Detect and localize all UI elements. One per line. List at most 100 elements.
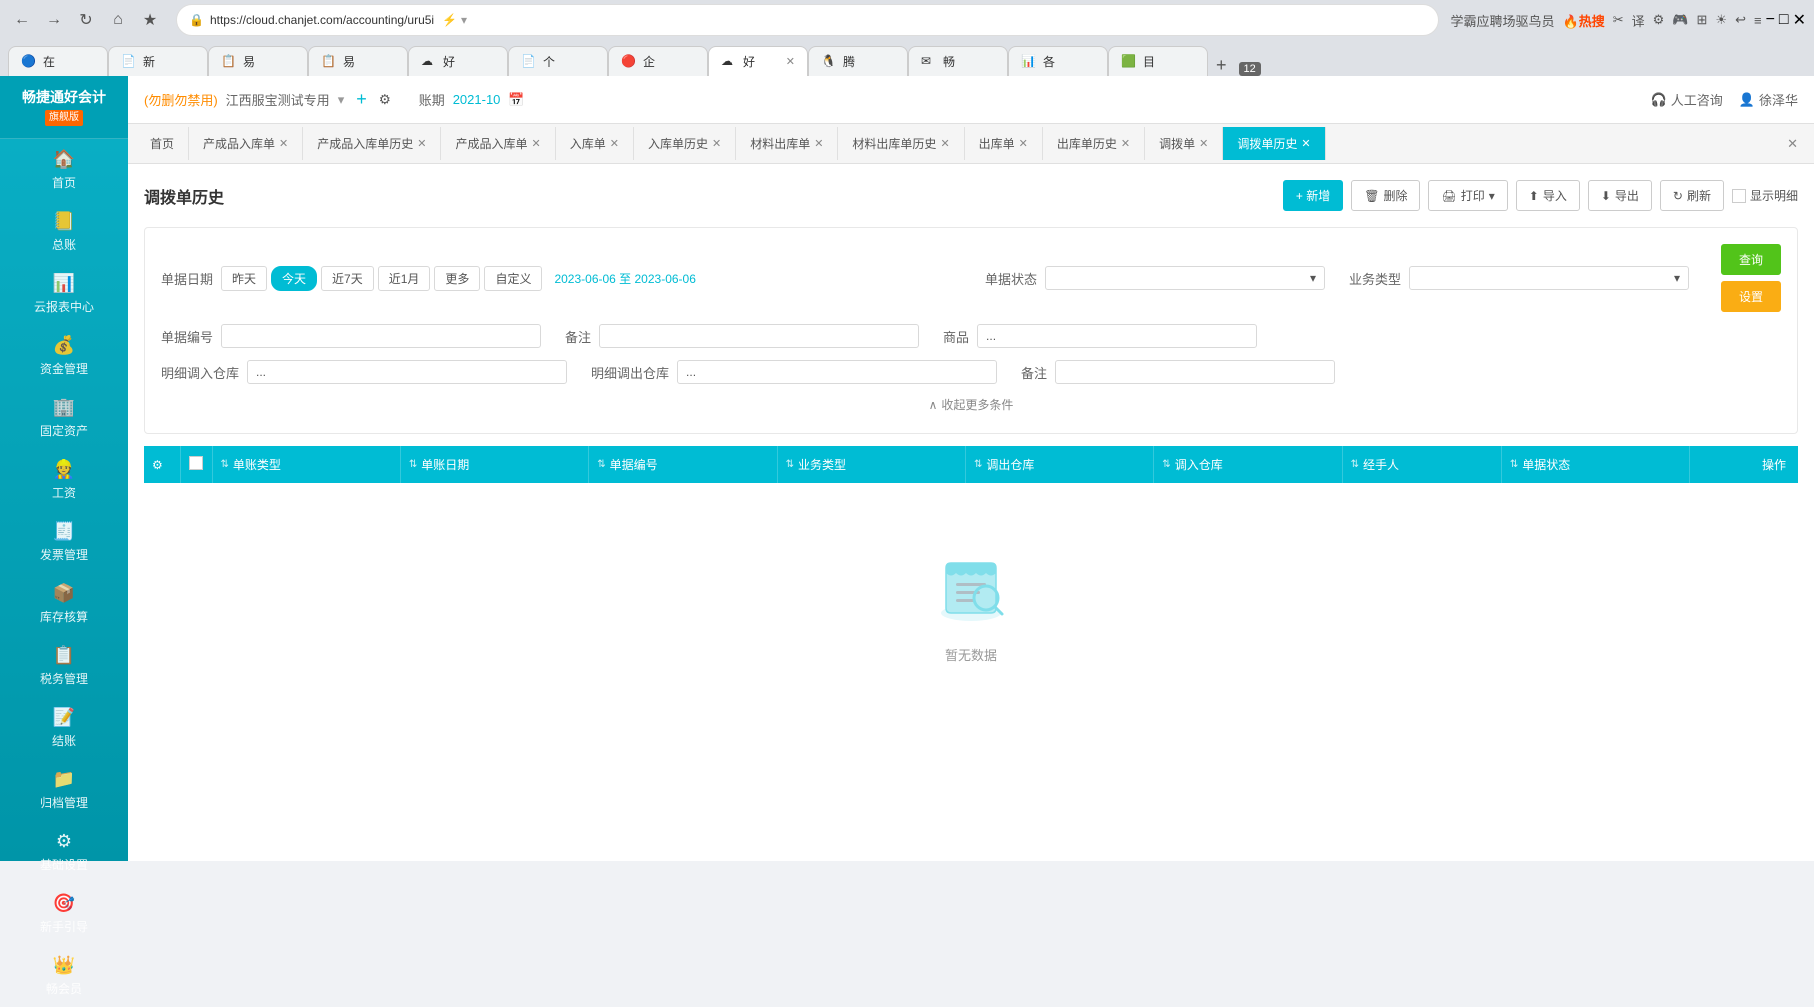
tab-close-in[interactable]: ✕ xyxy=(610,137,619,150)
sidebar-item-settings[interactable]: ⚙ 基础设置 xyxy=(0,821,128,883)
th-doc-date[interactable]: ⇅ 单账日期 xyxy=(400,446,588,483)
user-avatar[interactable]: 👤 徐泽华 xyxy=(1739,90,1798,109)
browser-tab-7[interactable]: ☁ 好 ✕ xyxy=(708,46,808,76)
browser-tab-3[interactable]: 📋 易 xyxy=(308,46,408,76)
address-bar[interactable]: 🔒 https://cloud.chanjet.com/accounting/u… xyxy=(176,4,1439,36)
tab-close-product-in2[interactable]: ✕ xyxy=(532,137,541,150)
period-selector[interactable]: 账期 2021-10 📅 xyxy=(419,90,525,109)
browser-tab-1[interactable]: 📄 新 xyxy=(108,46,208,76)
tab-close-material-out[interactable]: ✕ xyxy=(814,137,823,150)
remark-input[interactable] xyxy=(599,324,919,348)
settings-filter-button[interactable]: 设置 xyxy=(1721,281,1781,312)
maximize-button[interactable]: □ xyxy=(1779,11,1789,29)
tab-home[interactable]: 首页 xyxy=(136,127,189,160)
th-settings[interactable]: ⚙ xyxy=(144,446,180,483)
browser-tab-4[interactable]: ☁ 好 xyxy=(408,46,508,76)
export-button[interactable]: ⬇ 导出 xyxy=(1588,180,1652,211)
sidebar-item-funds[interactable]: 💰 资金管理 xyxy=(0,325,128,387)
th-out-warehouse[interactable]: ⇅ 调出仓库 xyxy=(965,446,1153,483)
browser-tab-0[interactable]: 🔵 在 xyxy=(8,46,108,76)
tab-out[interactable]: 出库单 ✕ xyxy=(965,127,1043,160)
import-button[interactable]: ⬆ 导入 xyxy=(1516,180,1580,211)
th-handler[interactable]: ⇅ 经手人 xyxy=(1342,446,1501,483)
new-tab-button[interactable]: + xyxy=(1208,55,1235,76)
detail-in-select[interactable]: ... xyxy=(247,360,567,384)
refresh-button-page[interactable]: ↻ 刷新 xyxy=(1660,180,1724,211)
tab-in[interactable]: 入库单 ✕ xyxy=(556,127,634,160)
browser-tab-10[interactable]: 📊 各 xyxy=(1008,46,1108,76)
query-button[interactable]: 查询 xyxy=(1721,244,1781,275)
print-button[interactable]: 🖨 打印 ▾ xyxy=(1428,180,1507,211)
date-1month-btn[interactable]: 近1月 xyxy=(378,266,431,291)
sidebar-item-reports[interactable]: 📊 云报表中心 xyxy=(0,263,128,325)
tab-close-material-out-hist[interactable]: ✕ xyxy=(940,137,949,150)
doc-no-input[interactable] xyxy=(221,324,541,348)
tab-in-hist[interactable]: 入库单历史 ✕ xyxy=(634,127,736,160)
tab-close-product-in-hist[interactable]: ✕ xyxy=(417,137,426,150)
th-doc-status[interactable]: ⇅ 单据状态 xyxy=(1501,446,1689,483)
sidebar-item-wages[interactable]: 👷 工资 xyxy=(0,449,128,511)
browser-tab-8[interactable]: 🐧 腾 xyxy=(808,46,908,76)
tab-close-in-hist[interactable]: ✕ xyxy=(712,137,721,150)
tab-material-out-hist[interactable]: 材料出库单历史 ✕ xyxy=(838,127,964,160)
sidebar-item-fixed-assets[interactable]: 🏢 固定资产 xyxy=(0,387,128,449)
th-in-warehouse[interactable]: ⇅ 调入仓库 xyxy=(1154,446,1342,483)
browser-tab-9[interactable]: ✉ 畅 xyxy=(908,46,1008,76)
tab-transfer-hist[interactable]: 调拨单历史 ✕ xyxy=(1223,127,1325,160)
home-button[interactable]: ⌂ xyxy=(104,6,132,34)
tab-close-product-in[interactable]: ✕ xyxy=(279,137,288,150)
th-doc-no[interactable]: ⇅ 单据编号 xyxy=(589,446,777,483)
close-window-button[interactable]: ✕ xyxy=(1793,10,1806,30)
bookmark-button[interactable]: ★ xyxy=(136,6,164,34)
minimize-button[interactable]: − xyxy=(1766,11,1775,29)
tab-product-in-hist[interactable]: 产成品入库单历史 ✕ xyxy=(303,127,441,160)
delete-button[interactable]: 🗑 删除 xyxy=(1351,180,1420,211)
tab-material-out[interactable]: 材料出库单 ✕ xyxy=(736,127,838,160)
new-button[interactable]: + 新增 xyxy=(1283,180,1343,211)
sidebar-item-inventory[interactable]: 📦 库存核算 xyxy=(0,573,128,635)
collapse-btn[interactable]: ∧ 收起更多条件 xyxy=(161,392,1781,417)
tab-close-out-hist[interactable]: ✕ xyxy=(1121,137,1130,150)
browser-tab-6[interactable]: 🔴 企 xyxy=(608,46,708,76)
browser-tab-5[interactable]: 📄 个 xyxy=(508,46,608,76)
detail-remark-input[interactable] xyxy=(1055,360,1335,384)
close-all-button[interactable]: ✕ xyxy=(1779,132,1806,156)
status-select[interactable]: ▾ xyxy=(1045,266,1325,290)
tab-close-out[interactable]: ✕ xyxy=(1019,137,1028,150)
select-all-checkbox[interactable] xyxy=(189,456,203,470)
sidebar-item-tax[interactable]: 📋 税务管理 xyxy=(0,635,128,697)
forward-button[interactable]: → xyxy=(40,6,68,34)
tab-transfer[interactable]: 调拨单 ✕ xyxy=(1145,127,1223,160)
date-7days-btn[interactable]: 近7天 xyxy=(321,266,374,291)
sidebar-item-home[interactable]: 🏠 首页 xyxy=(0,139,128,201)
th-doc-type[interactable]: ⇅ 单账类型 xyxy=(212,446,400,483)
date-yesterday-btn[interactable]: 昨天 xyxy=(221,266,267,291)
date-custom-btn[interactable]: 自定义 xyxy=(484,266,542,291)
display-checkbox[interactable] xyxy=(1732,189,1746,203)
date-today-btn[interactable]: 今天 xyxy=(271,266,317,291)
sidebar-item-ledger[interactable]: 📒 总账 xyxy=(0,201,128,263)
browser-tab-2[interactable]: 📋 易 xyxy=(208,46,308,76)
back-button[interactable]: ← xyxy=(8,6,36,34)
tab-product-in[interactable]: 产成品入库单 ✕ xyxy=(189,127,303,160)
tab-out-hist[interactable]: 出库单历史 ✕ xyxy=(1043,127,1145,160)
sidebar-item-close[interactable]: 📝 结账 xyxy=(0,697,128,759)
tab-close-transfer[interactable]: ✕ xyxy=(1199,137,1208,150)
detail-out-select[interactable]: ... xyxy=(677,360,997,384)
browser-tab-11[interactable]: 🟩 目 xyxy=(1108,46,1208,76)
company-settings-button[interactable]: ⚙ xyxy=(379,92,391,108)
sidebar-item-vip[interactable]: 👑 畅会员 xyxy=(0,945,128,1007)
service-btn[interactable]: 🎧 人工咨询 xyxy=(1651,90,1723,109)
company-selector[interactable]: (勿删勿禁用) 江西服宝测试专用 ▾ xyxy=(144,90,344,109)
sidebar-item-guide[interactable]: 🎯 新手引导 xyxy=(0,883,128,945)
th-biz-type[interactable]: ⇅ 业务类型 xyxy=(777,446,965,483)
goods-select[interactable]: ... xyxy=(977,324,1257,348)
date-more-btn[interactable]: 更多 xyxy=(434,266,480,291)
display-toggle[interactable]: 显示明细 xyxy=(1732,187,1798,204)
th-checkbox[interactable] xyxy=(180,446,212,483)
refresh-button[interactable]: ↻ xyxy=(72,6,100,34)
browser-nav[interactable]: ← → ↻ ⌂ ★ xyxy=(8,6,164,34)
tab-product-in2[interactable]: 产成品入库单 ✕ xyxy=(441,127,555,160)
tab-close-transfer-hist[interactable]: ✕ xyxy=(1301,137,1310,150)
biz-type-select[interactable]: ▾ xyxy=(1409,266,1689,290)
